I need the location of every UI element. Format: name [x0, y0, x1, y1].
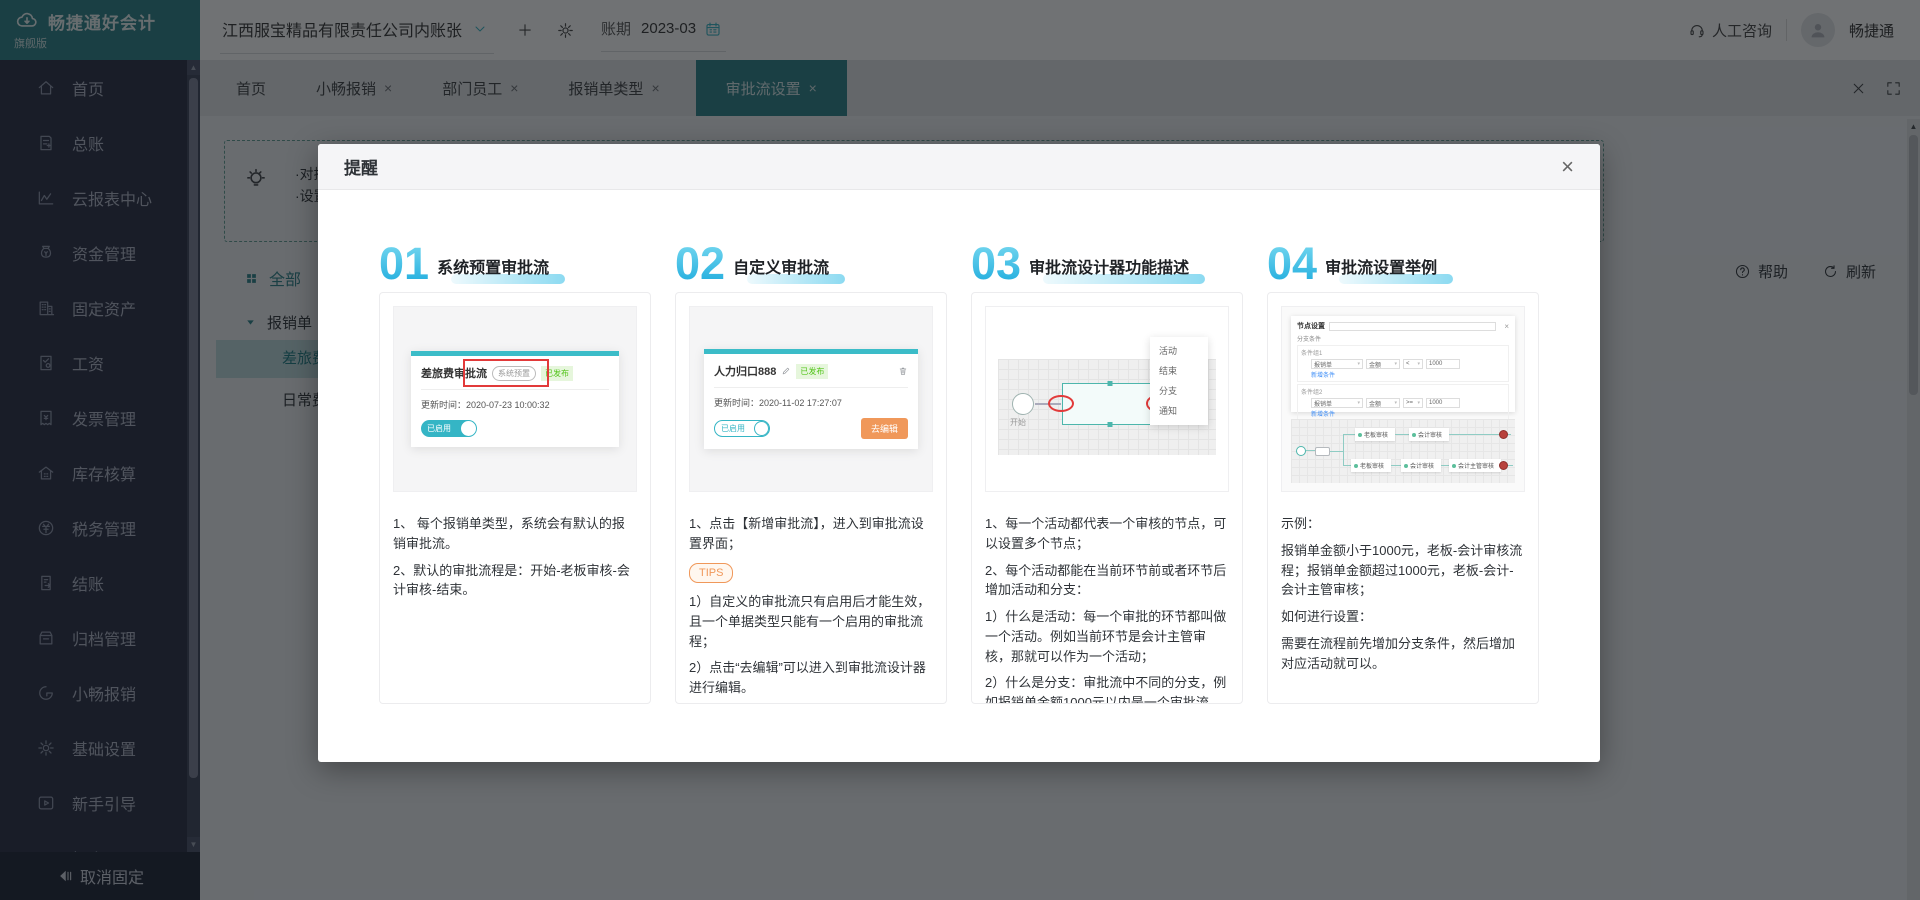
- app-window: 畅捷通好会计 旗舰版 江西服宝精品有限责任公司内账张 账期 2023-03 人工…: [0, 0, 1920, 900]
- enabled-toggle: 已启用: [714, 420, 770, 437]
- column-card: 人力归口888 已发布 更新时间：2020-11-02 17:27:07 已启用: [675, 292, 947, 704]
- end-node: [1499, 430, 1508, 439]
- update-time: 更新时间：2020-07-23 10:00:32: [421, 398, 609, 411]
- column-text: 1、每一个活动都代表一个审核的节点，可以设置多个节点； 2、每个活动都能在当前环…: [972, 505, 1242, 704]
- node-type-menu: 活动 结束 分支 通知: [1150, 337, 1208, 425]
- column-number: 04: [1267, 244, 1317, 285]
- column-setup-example: 04 审批流设置举例 节点设置 × 分支条件 条: [1267, 234, 1539, 704]
- node-handle: [1108, 381, 1113, 386]
- designer-canvas: 开始 + 活动 结束 分支: [998, 359, 1216, 455]
- column-paragraph: 2、默认的审批流程是：开始-老板审核-会计审核-结束。: [393, 561, 637, 601]
- condition-value-input: 1000: [1426, 359, 1460, 369]
- preview-custom-flow: 人力归口888 已发布 更新时间：2020-11-02 17:27:07 已启用: [689, 306, 933, 492]
- column-paragraph: 1、每一个活动都代表一个审核的节点，可以设置多个节点；: [985, 514, 1229, 554]
- column-designer-features: 03 审批流设计器功能描述 开始: [971, 234, 1243, 704]
- menu-item-notify: 通知: [1150, 401, 1208, 421]
- mini-card-title: 人力归口888: [714, 363, 776, 379]
- modal-close-icon[interactable]: ×: [1561, 156, 1574, 178]
- preview-example: 节点设置 × 分支条件 条件组1 报销单▾ 金额▾ <▾: [1281, 306, 1525, 492]
- menu-item-branch: 分支: [1150, 381, 1208, 401]
- column-paragraph: 2、每个活动都能在当前环节前或者环节后增加活动和分支：: [985, 561, 1229, 601]
- red-arrow-annotation: [688, 445, 714, 471]
- add-condition-link: 新增条件: [1311, 370, 1505, 379]
- preview-preset-flow: 差旅费审批流 系统预置 已发布 更新时间：2020-07-23 10:00:32…: [393, 306, 637, 492]
- enabled-toggle: 已启用: [421, 420, 477, 437]
- node-handle: [1108, 422, 1113, 427]
- group-label: 条件组1: [1301, 348, 1505, 357]
- column-number: 02: [675, 244, 725, 285]
- condition-group: 条件组1 报销单▾ 金额▾ <▾ 1000 新增条件: [1297, 345, 1509, 382]
- column-title: 自定义审批流: [733, 260, 829, 277]
- modal-header: 提醒 ×: [318, 144, 1600, 190]
- condition-field-select: 报销单▾: [1311, 359, 1363, 369]
- menu-item-end: 结束: [1150, 361, 1208, 381]
- column-preset-flow: 01 系统预置审批流 差旅费审批流 系统预置 已发布: [379, 234, 651, 704]
- red-highlight-annotation: [463, 359, 549, 387]
- tips-badge: TIPS: [689, 563, 733, 584]
- column-paragraph: 2）什么是分支：审批流中不同的分支，例如报销单金额1000元以内是一个审批流程；…: [985, 673, 1229, 704]
- pencil-icon: [781, 366, 791, 376]
- column-paragraph: 2）点击“去编辑”可以进入到审批流设计器进行编辑。: [689, 658, 933, 698]
- column-number: 01: [379, 244, 429, 285]
- column-number: 03: [971, 244, 1021, 285]
- column-paragraph: 示例：: [1281, 514, 1525, 534]
- column-paragraph: 1、点击【新增审批流】，进入到审批流设置界面；: [689, 514, 933, 554]
- start-node: [1012, 393, 1034, 415]
- flow-node: 会计主管审核: [1449, 459, 1501, 472]
- column-paragraph: 如何进行设置：: [1281, 607, 1525, 627]
- flow-node: 老板审核: [1351, 459, 1391, 472]
- column-paragraph: 报销单金额小于1000元，老板-会计审核流程；报销单金额超过1000元，老板-会…: [1281, 541, 1525, 600]
- branch-node: [1315, 447, 1330, 456]
- dialog-input: [1329, 322, 1496, 331]
- column-text: 示例： 报销单金额小于1000元，老板-会计审核流程；报销单金额超过1000元，…: [1268, 505, 1538, 690]
- column-card: 差旅费审批流 系统预置 已发布 更新时间：2020-07-23 10:00:32…: [379, 292, 651, 704]
- add-condition-link: 新增条件: [1311, 409, 1505, 418]
- start-node: [1296, 446, 1306, 456]
- column-text: 1、 每个报销单类型，系统会有默认的报销审批流。 2、默认的审批流程是：开始-老…: [380, 505, 650, 617]
- modal-title: 提醒: [344, 154, 378, 179]
- menu-item-activity: 活动: [1150, 341, 1208, 361]
- red-circle-annotation: [1048, 395, 1074, 412]
- column-paragraph: 需要在流程前先增加分支条件，然后增加对应活动就可以。: [1281, 634, 1525, 674]
- column-paragraph: 1）什么是活动：每一个审批的环节都叫做一个活动。例如当前环节是会计主管审核，那就…: [985, 607, 1229, 666]
- condition-attr-select: 金额▾: [1366, 398, 1400, 408]
- trash-icon: [898, 366, 908, 376]
- column-title: 系统预置审批流: [437, 260, 549, 277]
- column-paragraph: 1、 每个报销单类型，系统会有默认的报销审批流。: [393, 514, 637, 554]
- reminder-modal: 提醒 × 01 系统预置审批流 差旅费审批流: [318, 144, 1600, 762]
- section-label: 分支条件: [1297, 334, 1509, 343]
- column-card: 节点设置 × 分支条件 条件组1 报销单▾ 金额▾ <▾: [1267, 292, 1539, 704]
- condition-group: 条件组2 报销单▾ 金额▾ >=▾ 1000 新增条件: [1297, 384, 1509, 421]
- example-flow-canvas: 老板审核 会计审核 老板审核 会计审核 会计主管审核: [1291, 419, 1515, 483]
- condition-op-select: <▾: [1403, 359, 1423, 369]
- column-text: 1、点击【新增审批流】，进入到审批流设置界面； TIPS 1）自定义的审批流只有…: [676, 505, 946, 704]
- go-edit-button: 去编辑: [861, 418, 908, 439]
- group-label: 条件组2: [1301, 387, 1505, 396]
- condition-op-select: >=▾: [1403, 398, 1423, 408]
- column-paragraph: 1）自定义的审批流只有启用后才能生效，且一个单据类型只能有一个启用的审批流程；: [689, 592, 933, 651]
- column-custom-flow: 02 自定义审批流 人力归口888 已发布: [675, 234, 947, 704]
- column-title: 审批流设计器功能描述: [1029, 260, 1189, 277]
- node-settings-dialog: 节点设置 × 分支条件 条件组1 报销单▾ 金额▾ <▾: [1291, 316, 1515, 412]
- flow-node: 会计审核: [1401, 459, 1441, 472]
- update-time: 更新时间：2020-11-02 17:27:07: [714, 396, 908, 409]
- selected-activity-node: [1062, 383, 1158, 425]
- dialog-title: 节点设置: [1297, 321, 1325, 331]
- condition-value-input: 1000: [1426, 398, 1460, 408]
- published-badge: 已发布: [796, 364, 828, 379]
- column-title: 审批流设置举例: [1325, 260, 1437, 277]
- flow-node: 会计审核: [1409, 428, 1449, 441]
- condition-attr-select: 金额▾: [1366, 359, 1400, 369]
- condition-field-select: 报销单▾: [1311, 398, 1363, 408]
- start-node-label: 开始: [1010, 417, 1026, 428]
- column-card: 开始 + 活动 结束 分支: [971, 292, 1243, 704]
- preview-designer: 开始 + 活动 结束 分支: [985, 306, 1229, 492]
- flow-node: 老板审核: [1355, 428, 1395, 441]
- end-node: [1499, 461, 1508, 470]
- modal-body: 01 系统预置审批流 差旅费审批流 系统预置 已发布: [318, 190, 1600, 704]
- close-icon: ×: [1504, 322, 1509, 331]
